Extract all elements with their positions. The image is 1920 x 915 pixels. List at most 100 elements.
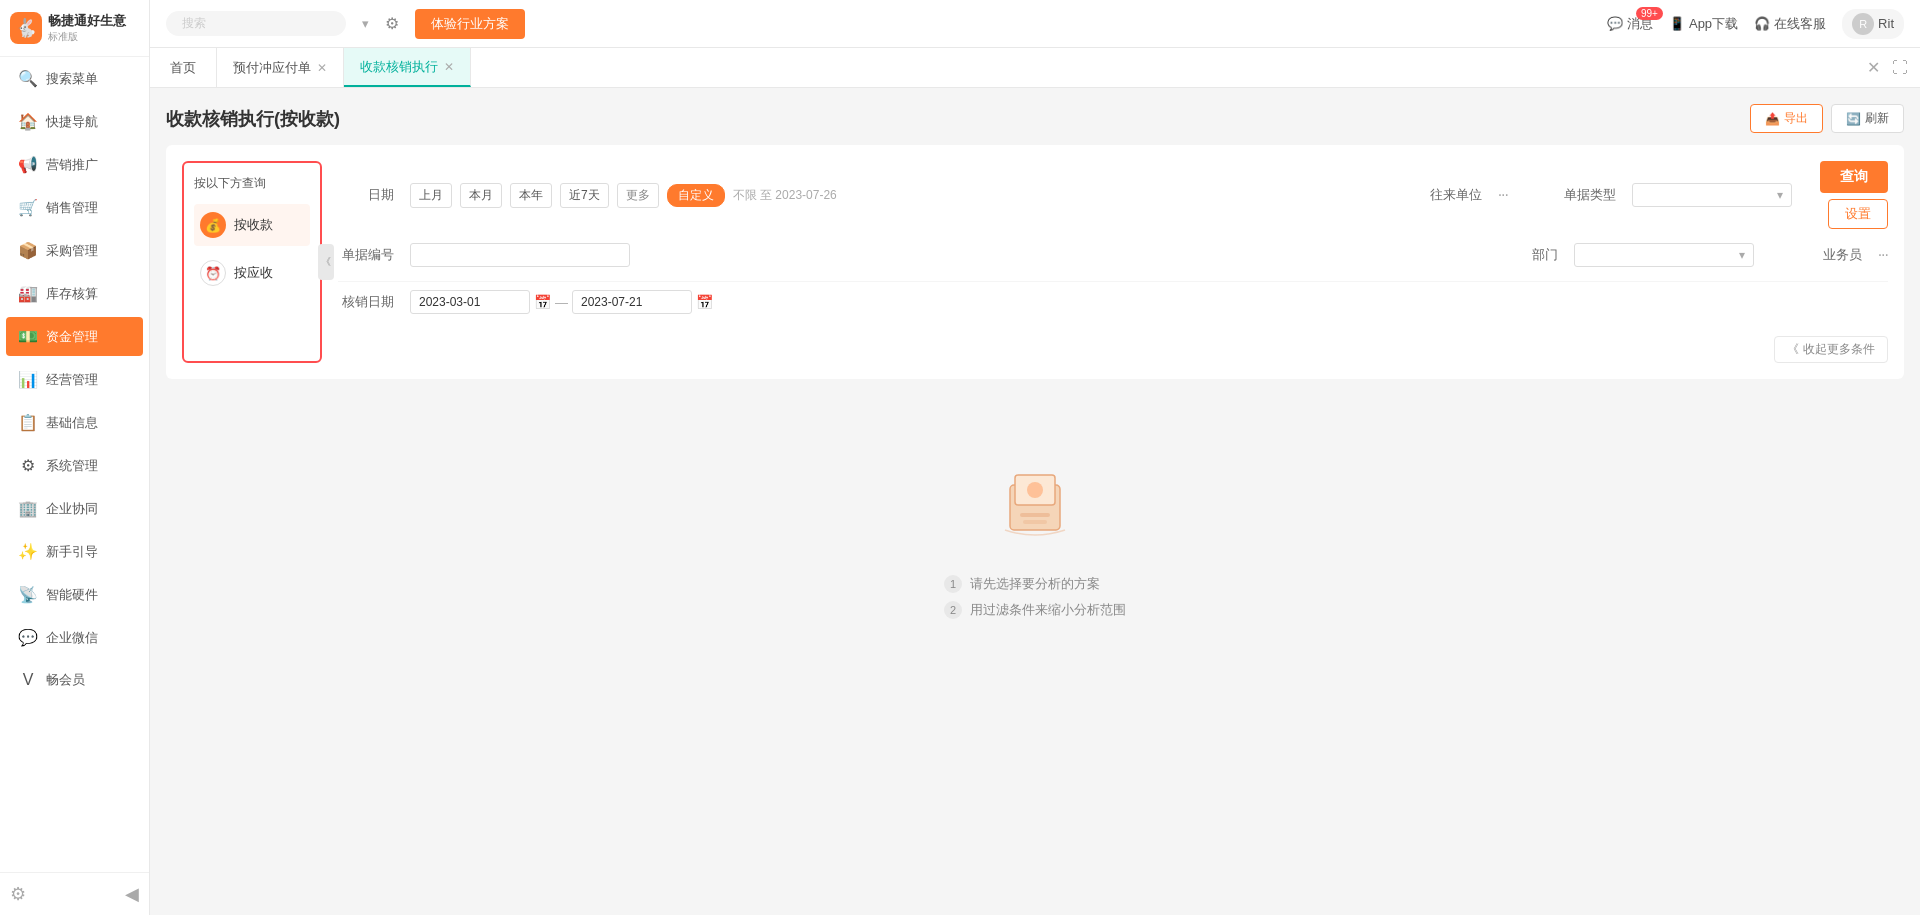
- date-btn-7days[interactable]: 近7天: [560, 183, 609, 208]
- sidebar-item-member[interactable]: V 畅会员: [0, 659, 149, 701]
- collapse-more-button[interactable]: 《 收起更多条件: [1774, 336, 1888, 363]
- sidebar-item-wechat[interactable]: 💬 企业微信: [0, 616, 149, 659]
- sidebar-item-label: 库存核算: [46, 285, 98, 303]
- receipt-icon: 💰: [200, 212, 226, 238]
- query-type-by-receipt[interactable]: 💰 按收款: [194, 204, 310, 246]
- sidebar-item-label: 基础信息: [46, 414, 98, 432]
- date-btn-last-month[interactable]: 上月: [410, 183, 452, 208]
- user-name: Rit: [1878, 16, 1894, 31]
- page-actions: 📤 导出 🔄 刷新: [1750, 104, 1904, 133]
- export-label: 导出: [1784, 110, 1808, 127]
- tab-prepay[interactable]: 预付冲应付单 ✕: [217, 48, 344, 87]
- collapse-sidebar-icon[interactable]: ◀: [125, 883, 139, 905]
- app-icon: 📱: [1669, 16, 1685, 31]
- date-btn-this-year[interactable]: 本年: [510, 183, 552, 208]
- tab-collection-verify[interactable]: 收款核销执行 ✕: [344, 48, 471, 87]
- logo-text: 畅捷通好生意 标准版: [48, 13, 126, 43]
- staff-label: 业务员: [1806, 246, 1862, 264]
- date-label: 日期: [338, 186, 394, 204]
- dept-select[interactable]: ▾: [1574, 243, 1754, 267]
- enterprise-icon: 🏢: [18, 499, 38, 518]
- home-icon: 🏠: [18, 112, 38, 131]
- collapse-more-label: 收起更多条件: [1803, 341, 1875, 358]
- sidebar-item-label: 经营管理: [46, 371, 98, 389]
- logo-sub-text: 标准版: [48, 30, 126, 43]
- sidebar-item-marketing[interactable]: 📢 营销推广: [0, 143, 149, 186]
- sidebar-item-quicknav[interactable]: 🏠 快捷导航: [0, 100, 149, 143]
- settings-icon[interactable]: ⚙: [10, 883, 26, 905]
- date-separator: —: [555, 295, 568, 310]
- verify-date-from-calendar-icon[interactable]: 📅: [534, 294, 551, 310]
- sidebar-item-system[interactable]: ⚙ 系统管理: [0, 444, 149, 487]
- sidebar-item-guide[interactable]: ✨ 新手引导: [0, 530, 149, 573]
- tab-home[interactable]: 首页: [150, 48, 217, 87]
- user-profile[interactable]: R Rit: [1842, 9, 1904, 39]
- date-btn-custom[interactable]: 自定义: [667, 184, 725, 207]
- settings-button[interactable]: 设置: [1828, 199, 1888, 229]
- online-service-link[interactable]: 🎧 在线客服: [1754, 15, 1826, 33]
- tab-close-all-icon[interactable]: ✕: [1867, 58, 1880, 77]
- export-button[interactable]: 📤 导出: [1750, 104, 1823, 133]
- tab-prepay-close[interactable]: ✕: [317, 61, 327, 75]
- filter-area: 按以下方查询 💰 按收款 ⏰ 按应收 《 日期 上月 本月: [166, 145, 1904, 379]
- sidebar-item-hardware[interactable]: 📡 智能硬件: [0, 573, 149, 616]
- sidebar-item-label: 系统管理: [46, 457, 98, 475]
- filter-row-2: 单据编号 部门 ▾ 业务员 ···: [338, 243, 1888, 267]
- search-icon: 🔍: [18, 69, 38, 88]
- date-btn-this-month[interactable]: 本月: [460, 183, 502, 208]
- app-logo: 🐇 畅捷通好生意 标准版: [0, 0, 149, 57]
- message-icon: 💬: [1607, 16, 1623, 31]
- doc-no-input[interactable]: [410, 243, 630, 267]
- verify-date-to-input[interactable]: [572, 290, 692, 314]
- empty-state: 1 请先选择要分析的方案 2 用过滤条件来缩小分析范围: [166, 395, 1904, 679]
- date-limit-text: 不限 至 2023-07-26: [733, 187, 837, 204]
- dept-chevron: ▾: [1739, 248, 1745, 262]
- purchase-icon: 📦: [18, 241, 38, 260]
- tip-number-1: 1: [944, 575, 962, 593]
- messages-badge[interactable]: 💬 消息 99+: [1607, 15, 1653, 33]
- sidebar-item-label: 企业协同: [46, 500, 98, 518]
- query-type-by-receivable[interactable]: ⏰ 按应收: [194, 252, 310, 294]
- app-download-link[interactable]: 📱 App下载: [1669, 15, 1738, 33]
- sidebar-item-inventory[interactable]: 🏭 库存核算: [0, 272, 149, 315]
- query-type-title: 按以下方查询: [194, 175, 310, 192]
- tab-expand-icon[interactable]: ⛶: [1892, 59, 1908, 77]
- main-area: 搜索 ▾ ⚙ 体验行业方案 💬 消息 99+ 📱 App下载 🎧 在线客服 R …: [150, 0, 1920, 915]
- sidebar-item-finance[interactable]: 💵 资金管理: [6, 317, 143, 356]
- sidebar-item-label: 企业微信: [46, 629, 98, 647]
- search-placeholder: 搜索: [182, 16, 206, 30]
- doc-type-select[interactable]: ▾: [1632, 183, 1792, 207]
- empty-tips: 1 请先选择要分析的方案 2 用过滤条件来缩小分析范围: [944, 575, 1126, 619]
- tab-collection-verify-label: 收款核销执行: [360, 58, 438, 76]
- sidebar-item-search[interactable]: 🔍 搜索菜单: [0, 57, 149, 100]
- tab-bar-right: ✕ ⛶: [1867, 48, 1920, 87]
- sidebar-item-sales[interactable]: 🛒 销售管理: [0, 186, 149, 229]
- counterpart-ellipsis[interactable]: ···: [1498, 186, 1508, 204]
- sales-icon: 🛒: [18, 198, 38, 217]
- basic-info-icon: 📋: [18, 413, 38, 432]
- filter-form: 日期 上月 本月 本年 近7天 更多 自定义 不限 至 2023-07-26 往…: [338, 161, 1888, 363]
- svg-rect-4: [1023, 520, 1047, 524]
- date-btn-more[interactable]: 更多: [617, 183, 659, 208]
- sidebar-item-enterprise[interactable]: 🏢 企业协同: [0, 487, 149, 530]
- gear-icon[interactable]: ⚙: [385, 14, 399, 33]
- guide-icon: ✨: [18, 542, 38, 561]
- industry-solution-button[interactable]: 体验行业方案: [415, 9, 525, 39]
- staff-ellipsis[interactable]: ···: [1878, 246, 1888, 264]
- sidebar-item-basic-info[interactable]: 📋 基础信息: [0, 401, 149, 444]
- refresh-button[interactable]: 🔄 刷新: [1831, 104, 1904, 133]
- tip-text-1: 请先选择要分析的方案: [970, 575, 1100, 593]
- collapse-more-icon: 《: [1787, 341, 1799, 358]
- service-icon: 🎧: [1754, 16, 1770, 31]
- export-icon: 📤: [1765, 112, 1780, 126]
- sidebar-item-management[interactable]: 📊 经营管理: [0, 358, 149, 401]
- tab-collection-verify-close[interactable]: ✕: [444, 60, 454, 74]
- verify-date-to-calendar-icon[interactable]: 📅: [696, 294, 713, 310]
- verify-date-from-input[interactable]: [410, 290, 530, 314]
- sidebar-item-purchase[interactable]: 📦 采购管理: [0, 229, 149, 272]
- sidebar-item-label: 销售管理: [46, 199, 98, 217]
- sidebar-item-label: 搜索菜单: [46, 70, 98, 88]
- page-title: 收款核销执行(按收款): [166, 107, 340, 131]
- panel-collapse-button[interactable]: 《: [318, 244, 334, 280]
- query-button[interactable]: 查询: [1820, 161, 1888, 193]
